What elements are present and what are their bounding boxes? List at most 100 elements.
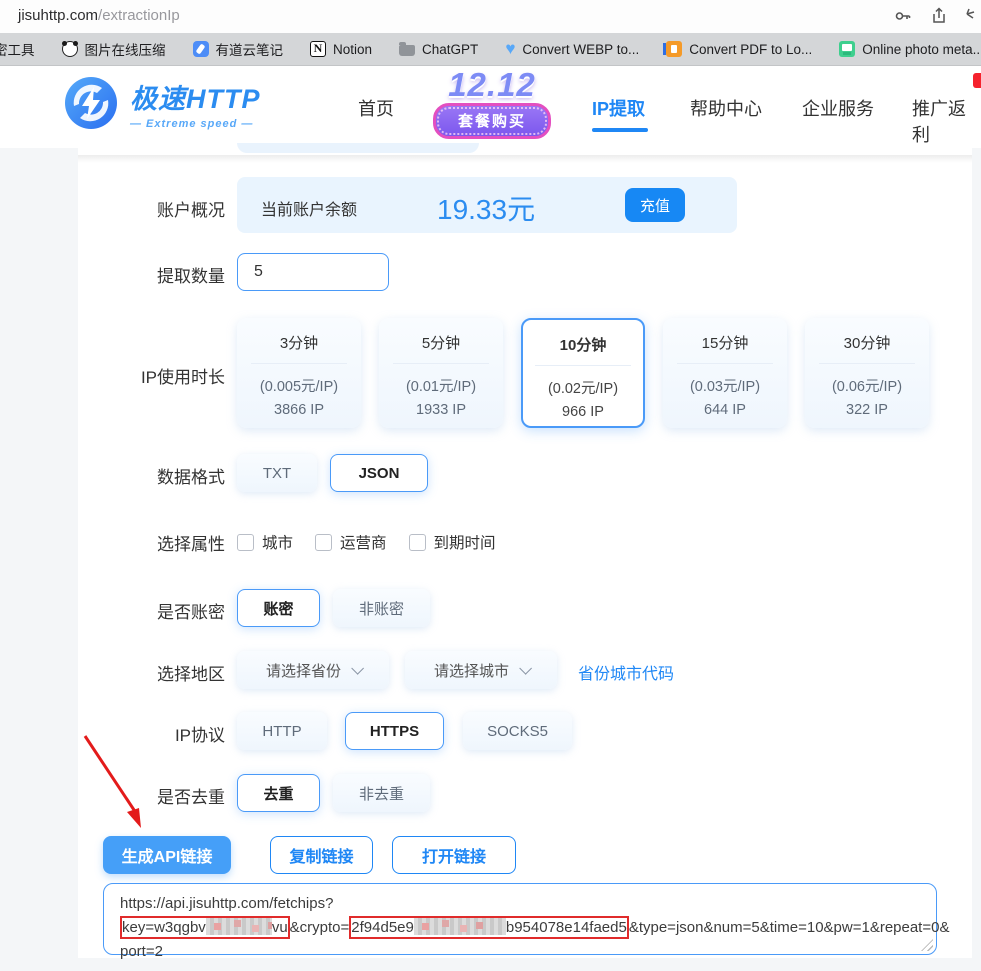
- duration-price: (0.01元/IP): [405, 379, 477, 395]
- redaction-highlight-key: key=w3qgbv vu: [122, 918, 288, 936]
- browser-topbar: jisuhttp.com/extractionIp: [0, 0, 981, 33]
- checkbox-icon: [315, 533, 333, 551]
- auth-option-credentials-selected[interactable]: 账密: [237, 589, 320, 627]
- promo-pill: 套餐购买: [433, 103, 551, 139]
- duration-price: (0.03元/IP): [689, 379, 761, 395]
- bookmark-item[interactable]: 有道云笔记: [192, 39, 284, 59]
- api-url-line2: key=w3qgbv vu &crypto= 2f94d5e9 b954078e14fa…: [122, 918, 950, 936]
- site-header: 极速HTTP — Extreme speed — 首页 12.12 套餐购买 I…: [0, 66, 981, 148]
- checkbox-icon: [408, 533, 426, 551]
- duration-option-15min[interactable]: 15分钟 (0.03元/IP) 644 IP: [663, 318, 787, 428]
- bookmark-label: 有道云笔记: [215, 43, 284, 58]
- duration-title: 5分钟: [421, 335, 461, 352]
- pdf-icon: [663, 41, 683, 57]
- api-url-textarea[interactable]: https://api.jisuhttp.com/fetchips? key=w…: [103, 883, 950, 960]
- attrs-checkbox-group: 城市 运营商 到期时间: [237, 531, 496, 553]
- duration-price: (0.02元/IP): [547, 381, 619, 397]
- open-link-button[interactable]: 打开链接: [392, 836, 516, 874]
- duration-option-30min[interactable]: 30分钟 (0.06元/IP) 322 IP: [805, 318, 929, 428]
- bookmark-item[interactable]: Online photo meta...: [839, 41, 981, 57]
- nav-enterprise[interactable]: 企业服务: [802, 95, 874, 121]
- bookmark-item[interactable]: ♥ Convert WEBP to...: [505, 39, 639, 58]
- checkbox-city[interactable]: 城市: [237, 531, 293, 553]
- textarea-resize-handle[interactable]: [921, 939, 933, 951]
- brand-tagline: — Extreme speed —: [130, 117, 254, 130]
- duration-count: 644 IP: [704, 402, 746, 418]
- duration-title: 10分钟: [559, 337, 607, 354]
- page: jisuhttp.com/extractionIp 密工具 图片在线压缩 有道云…: [0, 0, 981, 971]
- checkbox-icon: [237, 533, 254, 551]
- checkbox-label: 到期时间: [433, 535, 496, 552]
- redaction-highlight-crypto: 2f94d5e9 b954078e14faed5: [351, 918, 627, 936]
- share-icon[interactable]: [929, 6, 949, 31]
- region-label: 选择地区: [157, 665, 225, 684]
- promo-banner[interactable]: 12.12 套餐购买: [433, 68, 551, 139]
- province-placeholder: 请选择省份: [265, 662, 341, 680]
- brand-name: 极速HTTP: [130, 83, 261, 114]
- format-option-txt[interactable]: TXT: [237, 454, 317, 492]
- province-city-code-link[interactable]: 省份城市代码: [578, 660, 674, 684]
- account-overview-label: 账户概况: [157, 201, 225, 220]
- url-path: /extractionIp: [98, 7, 180, 24]
- chevron-down-icon: [519, 661, 532, 675]
- bookmark-item[interactable]: 密工具: [0, 39, 35, 59]
- format-option-json-selected[interactable]: JSON: [330, 454, 428, 492]
- nav-home[interactable]: 首页: [358, 95, 394, 121]
- duration-count: 322 IP: [846, 402, 888, 418]
- dedup-option-yes-selected[interactable]: 去重: [237, 774, 320, 812]
- generate-api-link-button[interactable]: 生成API链接: [103, 836, 231, 874]
- bookmark-item[interactable]: N Notion: [310, 41, 372, 57]
- mosaic-redaction: [413, 918, 506, 935]
- auth-option-no-credentials[interactable]: 非账密: [333, 589, 430, 627]
- nav-ip-extract[interactable]: IP提取: [592, 95, 645, 121]
- checkbox-expiry[interactable]: 到期时间: [408, 531, 496, 553]
- nav-help-center[interactable]: 帮助中心: [690, 95, 762, 121]
- api-url-line1: https://api.jisuhttp.com/fetchips?: [120, 895, 334, 912]
- quantity-input[interactable]: [237, 253, 389, 291]
- protocol-option-http[interactable]: HTTP: [237, 712, 327, 750]
- balance-box: 当前账户余额 19.33元 充值: [237, 177, 737, 233]
- header-shadow: [78, 155, 972, 163]
- province-select[interactable]: 请选择省份: [237, 651, 389, 689]
- lightning-logo-icon: [65, 77, 117, 129]
- clipped-toolbar-icon[interactable]: [965, 6, 975, 31]
- checkbox-label: 城市: [262, 535, 294, 552]
- copy-link-button[interactable]: 复制链接: [270, 836, 373, 874]
- protocol-option-https-selected[interactable]: HTTPS: [345, 712, 444, 750]
- duration-option-10min-selected[interactable]: 10分钟 (0.02元/IP) 966 IP: [521, 318, 645, 428]
- dedup-option-no[interactable]: 非去重: [333, 774, 430, 812]
- url-bar[interactable]: jisuhttp.com/extractionIp: [18, 7, 180, 24]
- promo-date: 12.12: [448, 66, 536, 103]
- folder-icon: [399, 42, 416, 56]
- bookmarks-bar: 密工具 图片在线压缩 有道云笔记 N Notion ChatGPT ♥ Conver…: [0, 33, 981, 66]
- nav-referral[interactable]: 推广返利: [912, 95, 981, 147]
- duration-option-5min[interactable]: 5分钟 (0.01元/IP) 1933 IP: [379, 318, 503, 428]
- youdao-icon: [192, 41, 209, 57]
- nav-active-underline: [592, 128, 648, 132]
- heart-icon: ♥: [505, 39, 516, 58]
- dedup-label: 是否去重: [157, 788, 225, 807]
- protocol-option-socks5[interactable]: SOCKS5: [463, 712, 572, 750]
- bookmark-label: 图片在线压缩: [84, 43, 166, 58]
- bookmark-item[interactable]: 图片在线压缩: [61, 39, 166, 59]
- bookmark-label: ChatGPT: [422, 41, 479, 57]
- checkbox-label: 运营商: [340, 535, 387, 552]
- password-key-icon[interactable]: [893, 6, 913, 31]
- panda-icon: [61, 41, 78, 57]
- bookmark-label: Online photo meta...: [862, 41, 981, 57]
- notion-icon: N: [310, 41, 326, 57]
- quantity-label: 提取数量: [157, 267, 225, 286]
- duration-count: 1933 IP: [416, 402, 466, 418]
- bookmark-item[interactable]: ChatGPT: [399, 42, 478, 57]
- duration-title: 15分钟: [701, 335, 749, 352]
- checkbox-isp[interactable]: 运营商: [315, 531, 387, 553]
- balance-label: 当前账户余额: [261, 202, 358, 219]
- duration-count: 3866 IP: [274, 402, 324, 418]
- duration-price: (0.06元/IP): [831, 379, 903, 395]
- duration-option-3min[interactable]: 3分钟 (0.005元/IP) 3866 IP: [237, 318, 361, 428]
- format-label: 数据格式: [157, 468, 225, 487]
- recharge-button[interactable]: 充值: [625, 188, 685, 222]
- brand-logo[interactable]: 极速HTTP — Extreme speed —: [64, 76, 261, 130]
- city-select[interactable]: 请选择城市: [405, 651, 557, 689]
- bookmark-item[interactable]: Convert PDF to Lo...: [663, 41, 812, 57]
